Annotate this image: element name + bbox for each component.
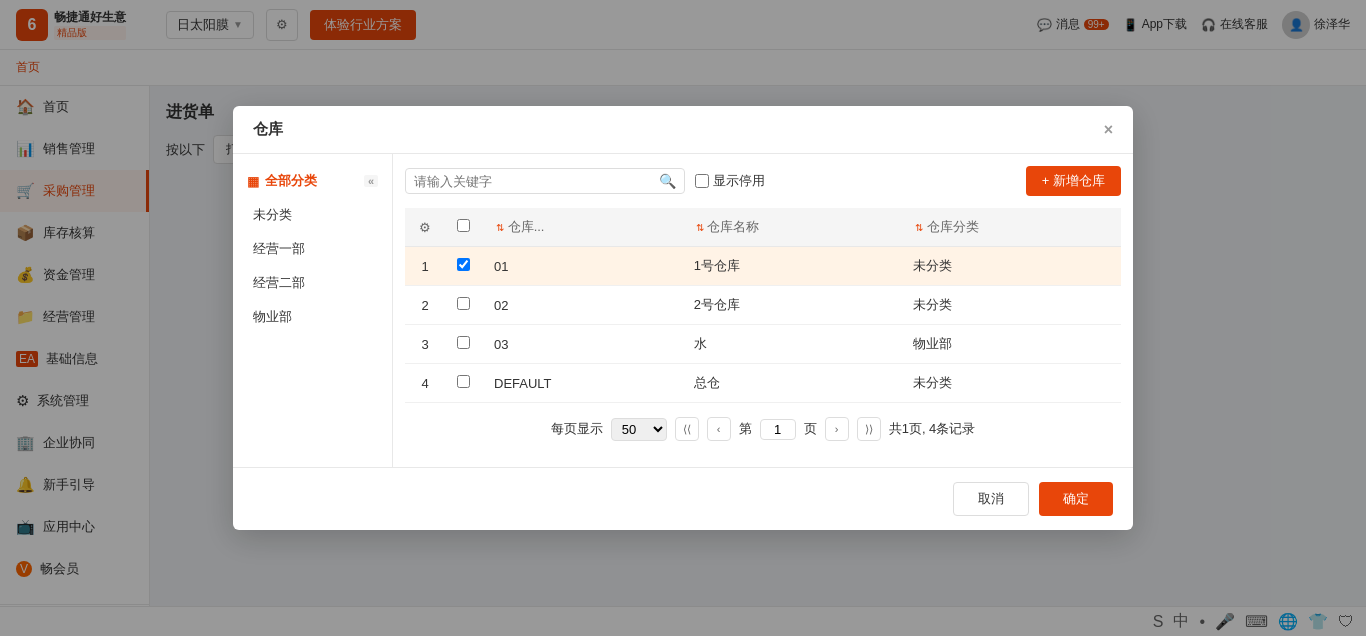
category-panel: ▦ 全部分类 « 未分类 经营一部 经营二部 物业部 (233, 154, 393, 467)
sort-code-icon[interactable]: ⇅ (496, 222, 504, 233)
select-all-checkbox[interactable] (457, 219, 470, 232)
col-code: ⇅ 仓库... (482, 208, 682, 247)
prev-page-button[interactable]: ‹ (707, 417, 731, 441)
page-unit: 页 (804, 420, 817, 438)
row-code: 03 (482, 325, 682, 364)
sort-name-icon[interactable]: ⇅ (696, 222, 704, 233)
settings-icon[interactable]: ⚙ (419, 220, 431, 235)
row-num: 2 (405, 286, 445, 325)
pagination: 每页显示 50 100 200 ⟨⟨ ‹ 第 页 › ⟩⟩ 共1页, 4条记录 (405, 403, 1121, 455)
search-input[interactable] (414, 174, 653, 189)
table-panel: 🔍 显示停用 + 新增仓库 ⚙ (393, 154, 1133, 467)
col-settings: ⚙ (405, 208, 445, 247)
row-name: 1号仓库 (682, 247, 902, 286)
row-checkbox[interactable] (445, 247, 482, 286)
row-category: 物业部 (901, 325, 1121, 364)
page-label: 第 (739, 420, 752, 438)
col-name: ⇅ 仓库名称 (682, 208, 902, 247)
category-item-ops1[interactable]: 经营一部 (233, 232, 392, 266)
sort-cat-icon[interactable]: ⇅ (915, 222, 923, 233)
row-category: 未分类 (901, 286, 1121, 325)
table-row[interactable]: 1 01 1号仓库 未分类 (405, 247, 1121, 286)
row-code: 01 (482, 247, 682, 286)
show-disabled-checkbox[interactable] (695, 174, 709, 188)
table-row[interactable]: 3 03 水 物业部 (405, 325, 1121, 364)
search-box: 🔍 (405, 168, 685, 194)
category-item-ops2[interactable]: 经营二部 (233, 266, 392, 300)
row-checkbox[interactable] (445, 364, 482, 403)
total-info: 共1页, 4条记录 (889, 420, 976, 438)
collapse-panel-button[interactable]: « (364, 175, 378, 187)
category-item-unclassified[interactable]: 未分类 (233, 198, 392, 232)
all-categories-button[interactable]: ▦ 全部分类 « (233, 164, 392, 198)
cancel-button[interactable]: 取消 (953, 482, 1029, 516)
table-toolbar: 🔍 显示停用 + 新增仓库 (405, 166, 1121, 196)
row-name: 总仓 (682, 364, 902, 403)
row-checkbox[interactable] (445, 286, 482, 325)
col-checkbox (445, 208, 482, 247)
modal-overlay[interactable]: 仓库 × ▦ 全部分类 « 未分类 经营一部 经营二部 物业部 (0, 0, 1366, 636)
row-name: 2号仓库 (682, 286, 902, 325)
add-warehouse-button[interactable]: + 新增仓库 (1026, 166, 1121, 196)
per-page-select[interactable]: 50 100 200 (611, 418, 667, 441)
row-num: 3 (405, 325, 445, 364)
row-name: 水 (682, 325, 902, 364)
first-page-button[interactable]: ⟨⟨ (675, 417, 699, 441)
next-page-button[interactable]: › (825, 417, 849, 441)
show-disabled-label: 显示停用 (695, 172, 765, 190)
confirm-button[interactable]: 确定 (1039, 482, 1113, 516)
search-icon[interactable]: 🔍 (659, 173, 676, 189)
row-category: 未分类 (901, 247, 1121, 286)
modal-title: 仓库 (253, 120, 283, 139)
row-checkbox[interactable] (445, 325, 482, 364)
close-icon[interactable]: × (1104, 121, 1113, 139)
row-num: 4 (405, 364, 445, 403)
row-num: 1 (405, 247, 445, 286)
warehouse-table: ⚙ ⇅ 仓库... ⇅ 仓库名称 (405, 208, 1121, 403)
modal-header: 仓库 × (233, 106, 1133, 154)
warehouse-modal: 仓库 × ▦ 全部分类 « 未分类 经营一部 经营二部 物业部 (233, 106, 1133, 530)
col-category: ⇅ 仓库分类 (901, 208, 1121, 247)
row-category: 未分类 (901, 364, 1121, 403)
row-code: 02 (482, 286, 682, 325)
modal-footer: 取消 确定 (233, 467, 1133, 530)
table-row[interactable]: 2 02 2号仓库 未分类 (405, 286, 1121, 325)
page-number-input[interactable] (760, 419, 796, 440)
row-code: DEFAULT (482, 364, 682, 403)
table-row[interactable]: 4 DEFAULT 总仓 未分类 (405, 364, 1121, 403)
last-page-button[interactable]: ⟩⟩ (857, 417, 881, 441)
category-item-property[interactable]: 物业部 (233, 300, 392, 334)
grid-icon: ▦ (247, 174, 259, 189)
modal-body: ▦ 全部分类 « 未分类 经营一部 经营二部 物业部 🔍 (233, 154, 1133, 467)
per-page-label: 每页显示 (551, 420, 603, 438)
